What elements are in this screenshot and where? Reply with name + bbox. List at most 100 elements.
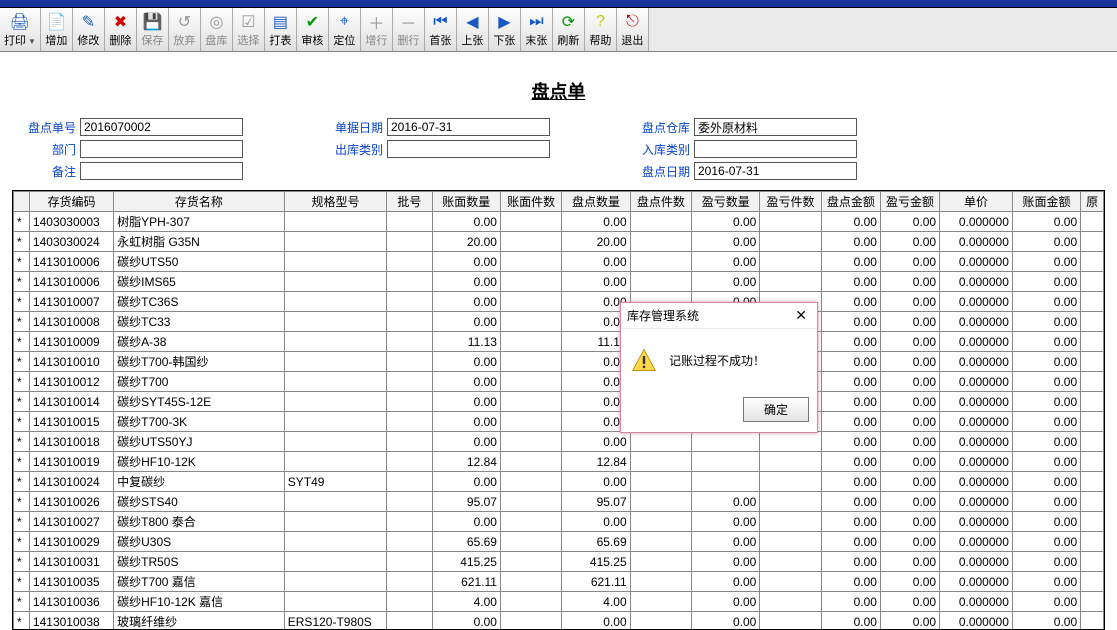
cell-book_pcs[interactable] — [500, 312, 561, 332]
cell-book_amt[interactable]: 0.00 — [1012, 312, 1080, 332]
cell-price[interactable]: 0.000000 — [940, 252, 1013, 272]
cell-pl_amt[interactable]: 0.00 — [880, 392, 939, 412]
cell-book_qty[interactable]: 0.00 — [432, 252, 500, 272]
cell-pl_amt[interactable]: 0.00 — [880, 452, 939, 472]
cell-cnt_amt[interactable]: 0.00 — [821, 312, 880, 332]
cell-extra[interactable] — [1081, 412, 1104, 432]
column-header[interactable]: 盈亏数量 — [692, 192, 760, 212]
cell-pl_pcs[interactable] — [760, 472, 821, 492]
cell-spec[interactable] — [284, 212, 386, 232]
cell-lot[interactable] — [387, 492, 433, 512]
cell-book_qty[interactable]: 0.00 — [432, 272, 500, 292]
cell-price[interactable]: 0.000000 — [940, 292, 1013, 312]
cell-book_pcs[interactable] — [500, 512, 561, 532]
cell-name[interactable]: 永虹树脂 G35N — [114, 232, 285, 252]
table-row[interactable]: *1413010007碳纱TC36S0.000.000.000.000.000.… — [14, 292, 1104, 312]
cell-book_amt[interactable]: 0.00 — [1012, 552, 1080, 572]
cell-name[interactable]: 中复碳纱 — [114, 472, 285, 492]
cell-book_pcs[interactable] — [500, 552, 561, 572]
cell-book_amt[interactable]: 0.00 — [1012, 212, 1080, 232]
cell-extra[interactable] — [1081, 272, 1104, 292]
cell-spec[interactable] — [284, 352, 386, 372]
cell-cnt_amt[interactable]: 0.00 — [821, 612, 880, 630]
cell-book_qty[interactable]: 0.00 — [432, 472, 500, 492]
cell-cnt_qty[interactable]: 0.00 — [562, 612, 630, 630]
cell-pl_pcs[interactable] — [760, 432, 821, 452]
column-header[interactable]: 账面数量 — [432, 192, 500, 212]
last-button[interactable]: ⏭末张 — [521, 8, 553, 51]
cell-name[interactable]: 碳纱T700 — [114, 372, 285, 392]
table-row[interactable]: *1413010036碳纱HF10-12K 嘉信4.004.000.000.00… — [14, 592, 1104, 612]
column-header[interactable]: 账面金额 — [1012, 192, 1080, 212]
cell-name[interactable]: 碳纱STS40 — [114, 492, 285, 512]
column-header[interactable]: 规格型号 — [284, 192, 386, 212]
cell-lot[interactable] — [387, 452, 433, 472]
cell-pl_qty[interactable]: 0.00 — [692, 252, 760, 272]
cell-code[interactable]: 1413010014 — [29, 392, 113, 412]
table-row[interactable]: *1413010018碳纱UTS50YJ0.000.000.000.000.00… — [14, 432, 1104, 452]
column-header[interactable]: 账面件数 — [500, 192, 561, 212]
cell-cnt_pcs[interactable] — [630, 212, 691, 232]
cell-extra[interactable] — [1081, 432, 1104, 452]
cell-extra[interactable] — [1081, 212, 1104, 232]
cell-pl_amt[interactable]: 0.00 — [880, 352, 939, 372]
delete-button[interactable]: ✖删除 — [105, 8, 137, 51]
cell-code[interactable]: 1413010010 — [29, 352, 113, 372]
cell-lot[interactable] — [387, 372, 433, 392]
cell-pl_pcs[interactable] — [760, 452, 821, 472]
column-header[interactable]: 盈亏件数 — [760, 192, 821, 212]
cell-name[interactable]: 碳纱TC36S — [114, 292, 285, 312]
cell-cnt_amt[interactable]: 0.00 — [821, 352, 880, 372]
cell-book_pcs[interactable] — [500, 332, 561, 352]
cell-name[interactable]: 碳纱UTS50 — [114, 252, 285, 272]
table-row[interactable]: *1413010012碳纱T7000.000.000.000.000.00000… — [14, 372, 1104, 392]
cell-price[interactable]: 0.000000 — [940, 332, 1013, 352]
cell-book_qty[interactable]: 0.00 — [432, 392, 500, 412]
cell-cnt_amt[interactable]: 0.00 — [821, 232, 880, 252]
cell-book_qty[interactable]: 0.00 — [432, 312, 500, 332]
cell-lot[interactable] — [387, 412, 433, 432]
cell-price[interactable]: 0.000000 — [940, 452, 1013, 472]
cell-cnt_amt[interactable]: 0.00 — [821, 592, 880, 612]
cell-code[interactable]: 1413010029 — [29, 532, 113, 552]
cell-price[interactable]: 0.000000 — [940, 212, 1013, 232]
cell-book_amt[interactable]: 0.00 — [1012, 352, 1080, 372]
cell-cnt_qty[interactable]: 4.00 — [562, 592, 630, 612]
cell-code[interactable]: 1413010006 — [29, 272, 113, 292]
cell-code[interactable]: 1413010038 — [29, 612, 113, 630]
cell-book_amt[interactable]: 0.00 — [1012, 232, 1080, 252]
cell-cnt_amt[interactable]: 0.00 — [821, 552, 880, 572]
cell-book_qty[interactable]: 12.84 — [432, 452, 500, 472]
cell-spec[interactable] — [284, 492, 386, 512]
cell-pl_qty[interactable]: 0.00 — [692, 612, 760, 630]
cell-book_pcs[interactable] — [500, 432, 561, 452]
cell-lot[interactable] — [387, 332, 433, 352]
cell-pl_pcs[interactable] — [760, 272, 821, 292]
cell-code[interactable]: 1413010009 — [29, 332, 113, 352]
cell-book_amt[interactable]: 0.00 — [1012, 572, 1080, 592]
refresh-button[interactable]: ⟳刷新 — [553, 8, 585, 51]
cell-cnt_amt[interactable]: 0.00 — [821, 532, 880, 552]
cell-code[interactable]: 1413010012 — [29, 372, 113, 392]
cell-book_qty[interactable]: 20.00 — [432, 232, 500, 252]
cell-lot[interactable] — [387, 312, 433, 332]
cell-extra[interactable] — [1081, 452, 1104, 472]
cell-cnt_pcs[interactable] — [630, 512, 691, 532]
cell-price[interactable]: 0.000000 — [940, 392, 1013, 412]
cell-cnt_qty[interactable]: 0.00 — [562, 272, 630, 292]
cell-lot[interactable] — [387, 552, 433, 572]
cell-cnt_amt[interactable]: 0.00 — [821, 512, 880, 532]
cell-spec[interactable] — [284, 572, 386, 592]
grid[interactable]: 存货编码存货名称规格型号批号账面数量账面件数盘点数量盘点件数盈亏数量盈亏件数盘点… — [12, 190, 1105, 630]
cell-book_amt[interactable]: 0.00 — [1012, 252, 1080, 272]
add-button[interactable]: 📄增加 — [41, 8, 73, 51]
cell-cnt_qty[interactable]: 0.00 — [562, 512, 630, 532]
cell-price[interactable]: 0.000000 — [940, 512, 1013, 532]
table-row[interactable]: *1403030024永虹树脂 G35N20.0020.000.000.000.… — [14, 232, 1104, 252]
cell-name[interactable]: 碳纱TR50S — [114, 552, 285, 572]
cell-book_amt[interactable]: 0.00 — [1012, 432, 1080, 452]
cell-pl_amt[interactable]: 0.00 — [880, 372, 939, 392]
cell-book_amt[interactable]: 0.00 — [1012, 592, 1080, 612]
cell-price[interactable]: 0.000000 — [940, 592, 1013, 612]
cell-cnt_amt[interactable]: 0.00 — [821, 292, 880, 312]
